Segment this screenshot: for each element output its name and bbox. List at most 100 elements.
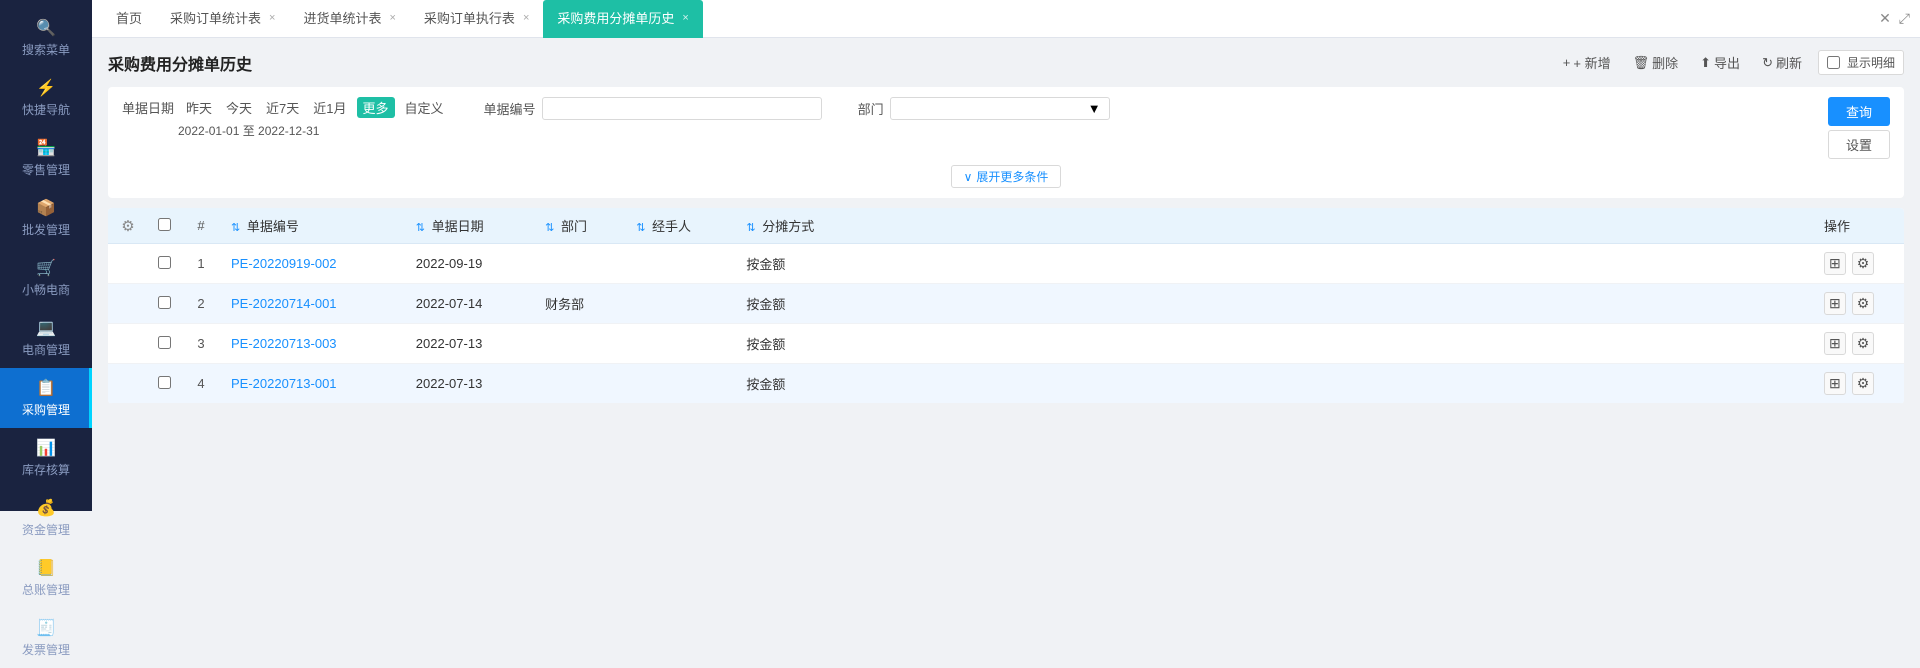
edit-icon[interactable]: ⊞ xyxy=(1824,292,1846,315)
delete-button[interactable]: 🗑 删除 xyxy=(1627,50,1685,75)
wholesale-icon: 📦 xyxy=(4,198,88,218)
maximize-icon[interactable]: ⤢ xyxy=(1899,10,1910,27)
ledger-icon: 📒 xyxy=(4,558,88,578)
row-settings-cell xyxy=(108,364,148,404)
doc-no-link[interactable]: PE-20220713-001 xyxy=(231,376,337,391)
tab-purchase-order-stats[interactable]: 采购订单统计表 × xyxy=(156,0,289,38)
tab-close-icon[interactable]: × xyxy=(523,12,529,24)
row-doc-date: 2022-07-14 xyxy=(406,284,535,324)
sidebar-item-label: 搜索菜单 xyxy=(22,43,70,57)
row-doc-date: 2022-07-13 xyxy=(406,324,535,364)
row-checkbox[interactable] xyxy=(158,296,171,309)
show-cols-checkbox[interactable] xyxy=(1827,56,1840,69)
sidebar-item-invoice[interactable]: 🧾 发票管理 xyxy=(0,608,92,668)
tab-home[interactable]: 首页 xyxy=(102,0,156,38)
filter-panel: 单据日期 昨天 今天 近7天 近1月 更多 自定义 2022-01-01 至 2… xyxy=(108,87,1904,198)
row-ops: ⊞ ⚙ xyxy=(1814,244,1904,284)
tab-cost-split-history[interactable]: 采购费用分摊单历史 × xyxy=(543,0,702,38)
setting-button[interactable]: 设置 xyxy=(1828,130,1890,159)
search-icon: 🔍 xyxy=(4,18,88,38)
doc-no-link[interactable]: PE-20220713-003 xyxy=(231,336,337,351)
data-table-container: ⚙ # ⇅ 单据编号 ⇅ 单据日期 xyxy=(108,208,1904,404)
content-area: 采购费用分摊单历史 + + 新增 🗑 删除 ⬆ 导出 ↻ 刷新 xyxy=(92,38,1920,511)
data-table: ⚙ # ⇅ 单据编号 ⇅ 单据日期 xyxy=(108,208,1904,404)
page-title: 采购费用分摊单历史 xyxy=(108,51,252,75)
row-doc-no: PE-20220713-001 xyxy=(221,364,406,404)
th-num: # xyxy=(181,208,221,244)
row-checkbox[interactable] xyxy=(158,376,171,389)
sidebar-item-retail[interactable]: 🏪 零售管理 xyxy=(0,128,92,188)
col-label: 经手人 xyxy=(652,219,691,234)
doc-no-link[interactable]: PE-20220714-001 xyxy=(231,296,337,311)
export-label: 导出 xyxy=(1714,53,1740,72)
export-button[interactable]: ⬆ 导出 xyxy=(1694,50,1746,75)
shortcut-more[interactable]: 更多 xyxy=(357,97,395,118)
sidebar-item-ecom-small[interactable]: 🛒 小畅电商 xyxy=(0,248,92,308)
row-handler xyxy=(626,324,736,364)
select-all-checkbox[interactable] xyxy=(158,218,171,231)
tab-close-icon[interactable]: × xyxy=(269,12,275,24)
th-doc-no[interactable]: ⇅ 单据编号 xyxy=(221,208,406,244)
doc-no-input[interactable] xyxy=(542,97,822,120)
tab-close-icon[interactable]: × xyxy=(682,12,688,24)
th-dept[interactable]: ⇅ 部门 xyxy=(535,208,626,244)
shortcut-today[interactable]: 今天 xyxy=(222,97,256,118)
row-num: 4 xyxy=(181,364,221,404)
chevron-down-icon: ▼ xyxy=(1088,101,1101,116)
sidebar-item-wholesale[interactable]: 📦 批发管理 xyxy=(0,188,92,248)
doc-no-filter: 单据编号 xyxy=(484,97,822,120)
more-ops-icon[interactable]: ⚙ xyxy=(1852,332,1875,355)
doc-no-link[interactable]: PE-20220919-002 xyxy=(231,256,337,271)
sidebar-item-inventory[interactable]: 📊 库存核算 xyxy=(0,428,92,488)
th-handler[interactable]: ⇅ 经手人 xyxy=(626,208,736,244)
tab-purchase-exec[interactable]: 采购订单执行表 × xyxy=(410,0,543,38)
row-split-method: 按金额 xyxy=(736,244,1814,284)
sidebar-item-purchase[interactable]: 📋 采购管理 xyxy=(0,368,92,428)
filter-buttons: 查询 设置 xyxy=(1828,97,1890,159)
edit-icon[interactable]: ⊞ xyxy=(1824,252,1846,275)
sidebar-item-label: 快捷导航 xyxy=(22,103,70,117)
search-button[interactable]: 查询 xyxy=(1828,97,1890,126)
filter-shortcuts: 昨天 今天 近7天 近1月 更多 自定义 xyxy=(182,97,448,118)
finance-icon: 💰 xyxy=(4,498,88,518)
th-split-method[interactable]: ⇅ 分摊方式 xyxy=(736,208,1814,244)
tab-bar-actions: ✕ ⤢ xyxy=(1879,10,1910,27)
settings-icon[interactable]: ⚙ xyxy=(121,218,134,235)
sidebar-item-search[interactable]: 🔍 搜索菜单 xyxy=(0,8,92,68)
shortcut-yesterday[interactable]: 昨天 xyxy=(182,97,216,118)
more-ops-icon[interactable]: ⚙ xyxy=(1852,372,1875,395)
date-filter-label: 单据日期 xyxy=(122,98,174,117)
expand-button[interactable]: ∨ 展开更多条件 xyxy=(951,165,1062,188)
dept-select[interactable]: ▼ xyxy=(890,97,1110,120)
close-all-icon[interactable]: ✕ xyxy=(1879,10,1891,27)
doc-no-label: 单据编号 xyxy=(484,99,536,118)
refresh-button[interactable]: ↻ 刷新 xyxy=(1756,50,1808,75)
shortcut-custom[interactable]: 自定义 xyxy=(401,97,448,118)
sidebar-item-nav[interactable]: ⚡ 快捷导航 xyxy=(0,68,92,128)
sidebar-item-finance[interactable]: 💰 资金管理 xyxy=(0,488,92,548)
tab-close-icon[interactable]: × xyxy=(389,12,395,24)
th-doc-date[interactable]: ⇅ 单据日期 xyxy=(406,208,535,244)
edit-icon[interactable]: ⊞ xyxy=(1824,372,1846,395)
filter-top-row: 单据日期 昨天 今天 近7天 近1月 更多 自定义 2022-01-01 至 2… xyxy=(122,97,1890,159)
shortcut-1month[interactable]: 近1月 xyxy=(309,97,350,118)
tab-label: 采购订单执行表 xyxy=(424,8,515,27)
add-button[interactable]: + + 新增 xyxy=(1557,50,1617,75)
row-doc-no: PE-20220713-003 xyxy=(221,324,406,364)
more-ops-icon[interactable]: ⚙ xyxy=(1852,292,1875,315)
edit-icon[interactable]: ⊞ xyxy=(1824,332,1846,355)
page-header: 采购费用分摊单历史 + + 新增 🗑 删除 ⬆ 导出 ↻ 刷新 xyxy=(108,50,1904,75)
row-checkbox[interactable] xyxy=(158,256,171,269)
sidebar-item-ecom[interactable]: 💻 电商管理 xyxy=(0,308,92,368)
more-ops-icon[interactable]: ⚙ xyxy=(1852,252,1875,275)
show-cols-button[interactable]: 显示明细 xyxy=(1818,50,1904,75)
tab-goods-stats[interactable]: 进货单统计表 × xyxy=(289,0,409,38)
ecom-small-icon: 🛒 xyxy=(4,258,88,278)
row-ops: ⊞ ⚙ xyxy=(1814,284,1904,324)
col-label: 单据日期 xyxy=(432,219,484,234)
row-dept xyxy=(535,244,626,284)
sidebar-item-ledger[interactable]: 📒 总账管理 xyxy=(0,548,92,608)
row-checkbox[interactable] xyxy=(158,336,171,349)
shortcut-7days[interactable]: 近7天 xyxy=(262,97,303,118)
col-label: 部门 xyxy=(561,219,587,234)
